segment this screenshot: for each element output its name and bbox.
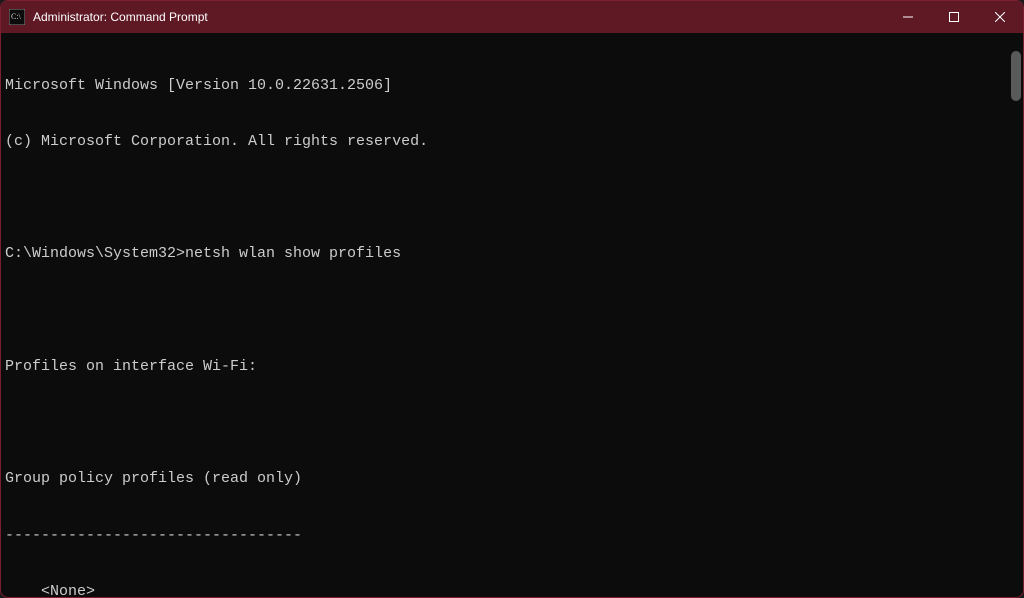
command-text: netsh wlan show profiles: [185, 245, 401, 262]
divider-line: ---------------------------------: [1, 527, 1023, 546]
terminal-output[interactable]: Microsoft Windows [Version 10.0.22631.25…: [1, 33, 1023, 597]
svg-text:C:\: C:\: [11, 12, 22, 21]
group-policy-header: Group policy profiles (read only): [1, 470, 1023, 489]
prompt-path: C:\Windows\System32>: [5, 245, 185, 262]
window-controls: [885, 1, 1023, 33]
close-button[interactable]: [977, 1, 1023, 33]
command-prompt-window: C:\ Administrator: Command Prompt Micros…: [0, 0, 1024, 598]
blank-line: [1, 414, 1023, 433]
titlebar[interactable]: C:\ Administrator: Command Prompt: [1, 1, 1023, 33]
scrollbar[interactable]: [1009, 35, 1021, 595]
blank-line: [1, 302, 1023, 321]
cmd-icon: C:\: [9, 9, 25, 25]
none-line: <None>: [1, 583, 1023, 598]
maximize-button[interactable]: [931, 1, 977, 33]
scrollbar-thumb[interactable]: [1011, 51, 1021, 101]
minimize-button[interactable]: [885, 1, 931, 33]
interface-header: Profiles on interface Wi-Fi:: [1, 358, 1023, 377]
copyright-line: (c) Microsoft Corporation. All rights re…: [1, 133, 1023, 152]
prompt-line: C:\Windows\System32>netsh wlan show prof…: [1, 245, 1023, 264]
version-line: Microsoft Windows [Version 10.0.22631.25…: [1, 77, 1023, 96]
blank-line: [1, 189, 1023, 208]
window-title: Administrator: Command Prompt: [33, 10, 885, 24]
